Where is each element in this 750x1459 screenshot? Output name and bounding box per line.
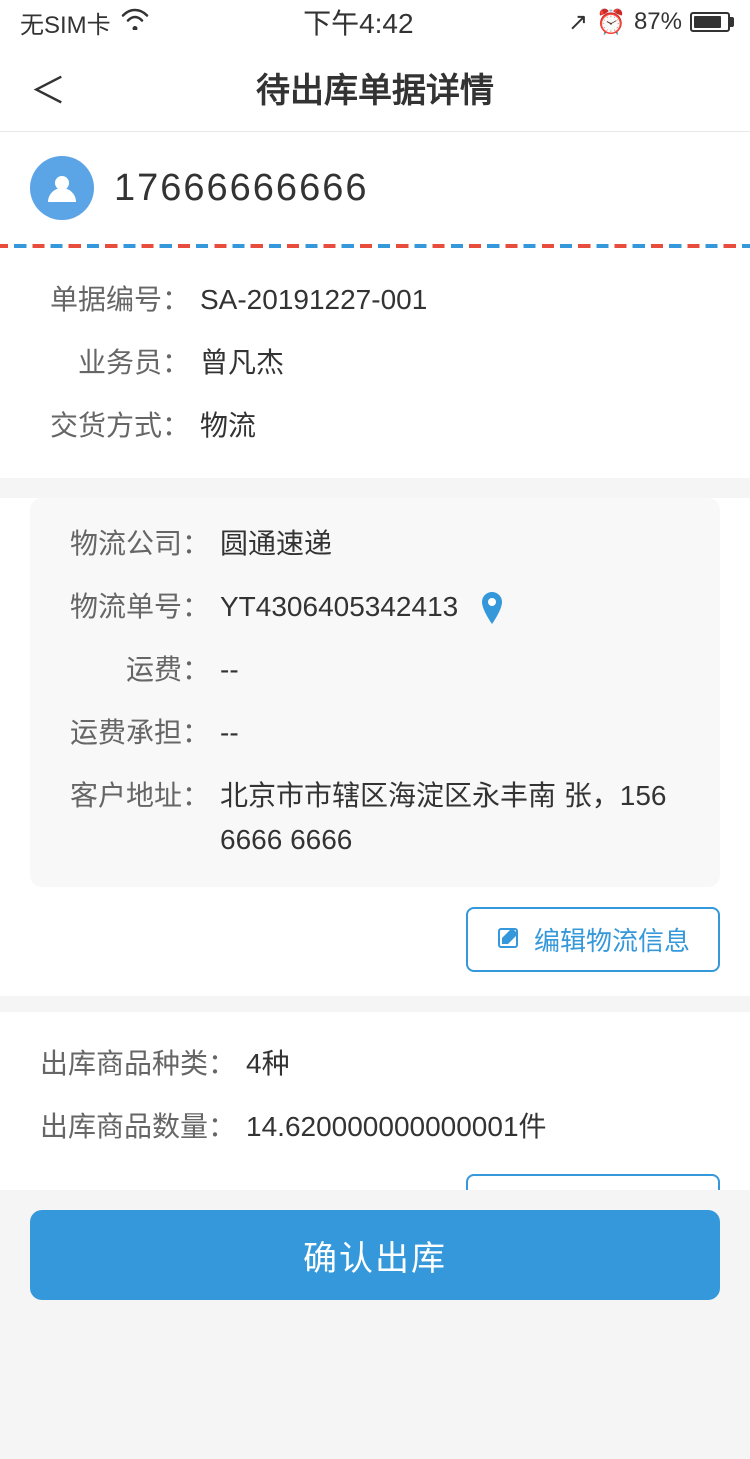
- edit-logistics-container: 编辑物流信息: [0, 907, 750, 996]
- freight-bearer-label: 运费承担：: [60, 711, 220, 756]
- alarm-icon: ⏰: [596, 8, 626, 37]
- salesman-row: 业务员： 曾凡杰: [40, 341, 710, 386]
- edit-logistics-label: 编辑物流信息: [534, 921, 690, 958]
- freight-row: 运费： --: [60, 648, 690, 693]
- confirm-outbound-button[interactable]: 确认出库: [30, 1210, 720, 1300]
- freight-value: --: [220, 648, 690, 693]
- logistics-company-value: 圆通速递: [220, 522, 690, 567]
- goods-category-label: 出库商品种类：: [40, 1042, 246, 1087]
- status-left: 无SIM卡: [20, 5, 149, 40]
- customer-header: 17666666666: [0, 132, 750, 248]
- logistics-company-label: 物流公司：: [60, 522, 220, 567]
- delivery-row: 交货方式： 物流: [40, 404, 710, 449]
- goods-quantity-value: 14.620000000000001件: [246, 1105, 710, 1150]
- edit-logistics-button[interactable]: 编辑物流信息: [466, 907, 720, 972]
- edit-icon: [496, 926, 524, 954]
- carrier-label: 无SIM卡: [20, 5, 111, 40]
- document-number-label: 单据编号：: [40, 278, 200, 323]
- battery-icon: [690, 12, 730, 32]
- delivery-value: 物流: [200, 404, 710, 449]
- logistics-card: 物流公司： 圆通速递 物流单号： YT4306405342413 运费： -- …: [30, 498, 720, 887]
- back-button[interactable]: ＜: [30, 62, 66, 114]
- battery-percentage: 87%: [634, 8, 682, 36]
- wifi-icon: [121, 8, 149, 37]
- tracking-label: 物流单号：: [60, 585, 220, 630]
- salesman-value: 曾凡杰: [200, 341, 710, 386]
- address-value: 北京市市辖区海淀区永丰南 张，156 6666 6666: [220, 774, 690, 864]
- confirm-btn-label: 确认出库: [303, 1240, 447, 1278]
- freight-bearer-row: 运费承担： --: [60, 711, 690, 756]
- tracking-number: YT4306405342413: [220, 585, 458, 630]
- freight-label: 运费：: [60, 648, 220, 693]
- goods-quantity-label: 出库商品数量：: [40, 1105, 246, 1150]
- logistics-section: 物流公司： 圆通速递 物流单号： YT4306405342413 运费： -- …: [0, 498, 750, 996]
- map-pin-icon[interactable]: [474, 590, 510, 626]
- salesman-label: 业务员：: [40, 341, 200, 386]
- document-number-row: 单据编号： SA-20191227-001: [40, 278, 710, 323]
- avatar: [30, 156, 94, 220]
- status-time: 下午4:42: [303, 2, 414, 42]
- status-bar: 无SIM卡 下午4:42 ↗ ⏰ 87%: [0, 0, 750, 44]
- address-label: 客户地址：: [60, 774, 220, 819]
- goods-category-value: 4种: [246, 1042, 710, 1087]
- freight-bearer-value: --: [220, 711, 690, 756]
- nav-bar: ＜ 待出库单据详情: [0, 44, 750, 132]
- logistics-company-row: 物流公司： 圆通速递: [60, 522, 690, 567]
- tracking-value-container: YT4306405342413: [220, 585, 510, 630]
- goods-category-row: 出库商品种类： 4种: [40, 1042, 710, 1087]
- location-status-icon: ↗: [568, 8, 588, 37]
- goods-quantity-row: 出库商品数量： 14.620000000000001件: [40, 1105, 710, 1150]
- document-number-value: SA-20191227-001: [200, 278, 710, 323]
- goods-block: 出库商品种类： 4种 出库商品数量： 14.620000000000001件: [0, 1012, 750, 1150]
- tracking-row: 物流单号： YT4306405342413: [60, 585, 690, 630]
- customer-phone: 17666666666: [114, 167, 368, 210]
- address-row: 客户地址： 北京市市辖区海淀区永丰南 张，156 6666 6666: [60, 774, 690, 864]
- document-info-block: 单据编号： SA-20191227-001 业务员： 曾凡杰 交货方式： 物流: [0, 248, 750, 478]
- delivery-label: 交货方式：: [40, 404, 200, 449]
- confirm-btn-container: 确认出库: [0, 1190, 750, 1334]
- document-info-section: 单据编号： SA-20191227-001 业务员： 曾凡杰 交货方式： 物流: [0, 248, 750, 478]
- status-right: ↗ ⏰ 87%: [568, 8, 730, 37]
- page-title: 待出库单据详情: [256, 63, 494, 112]
